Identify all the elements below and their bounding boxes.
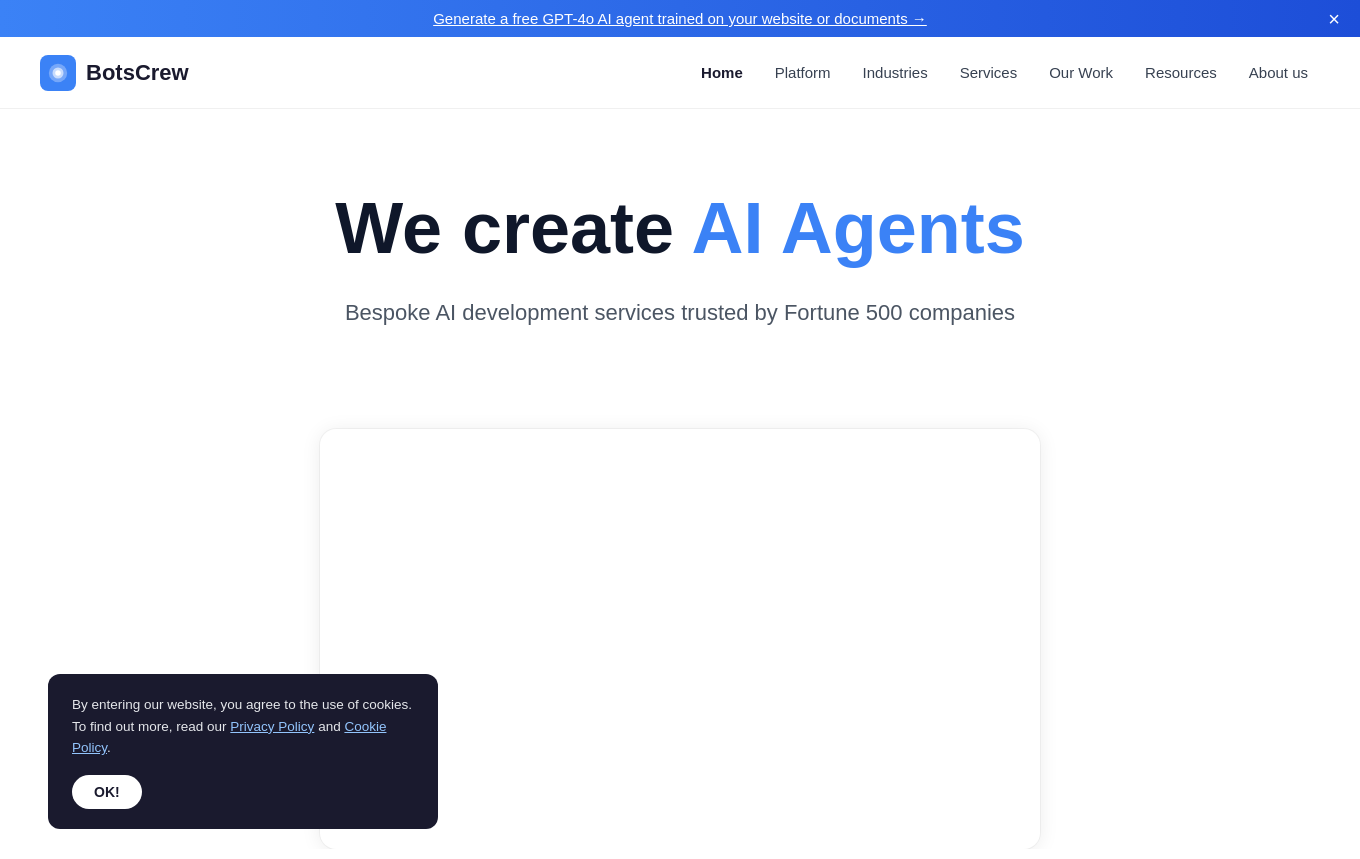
hero-subtitle: Bespoke AI development services trusted … [340, 296, 1020, 329]
banner-close-button[interactable]: × [1328, 9, 1340, 29]
svg-point-2 [55, 70, 61, 76]
top-banner: Generate a free GPT-4o AI agent trained … [0, 0, 1360, 37]
cookie-banner: By entering our website, you agree to th… [48, 674, 438, 829]
nav-link-platform[interactable]: Platform [763, 56, 843, 89]
nav-item-home[interactable]: Home [689, 64, 755, 82]
navbar: BotsCrew Home Platform Industries Servic… [0, 37, 1360, 109]
cookie-text: By entering our website, you agree to th… [72, 694, 414, 759]
hero-title-prefix: We create [335, 188, 691, 268]
nav-item-industries[interactable]: Industries [851, 64, 940, 82]
nav-link-home[interactable]: Home [689, 56, 755, 89]
hero-section: We create AI Agents Bespoke AI developme… [0, 109, 1360, 429]
logo-icon [40, 55, 76, 91]
logo-text: BotsCrew [86, 60, 189, 86]
logo[interactable]: BotsCrew [40, 55, 189, 91]
nav-item-platform[interactable]: Platform [763, 64, 843, 82]
nav-link-about[interactable]: About us [1237, 56, 1320, 89]
nav-link-industries[interactable]: Industries [851, 56, 940, 89]
privacy-policy-link[interactable]: Privacy Policy [230, 719, 314, 734]
nav-item-our-work[interactable]: Our Work [1037, 64, 1125, 82]
nav-link-resources[interactable]: Resources [1133, 56, 1229, 89]
nav-links: Home Platform Industries Services Our Wo… [689, 64, 1320, 82]
hero-title: We create AI Agents [40, 189, 1320, 268]
cookie-ok-button[interactable]: OK! [72, 775, 142, 809]
nav-link-services[interactable]: Services [948, 56, 1030, 89]
nav-item-services[interactable]: Services [948, 64, 1030, 82]
nav-link-our-work[interactable]: Our Work [1037, 56, 1125, 89]
nav-item-resources[interactable]: Resources [1133, 64, 1229, 82]
hero-title-highlight: AI Agents [691, 188, 1024, 268]
banner-link[interactable]: Generate a free GPT-4o AI agent trained … [433, 10, 927, 27]
nav-item-about[interactable]: About us [1237, 64, 1320, 82]
